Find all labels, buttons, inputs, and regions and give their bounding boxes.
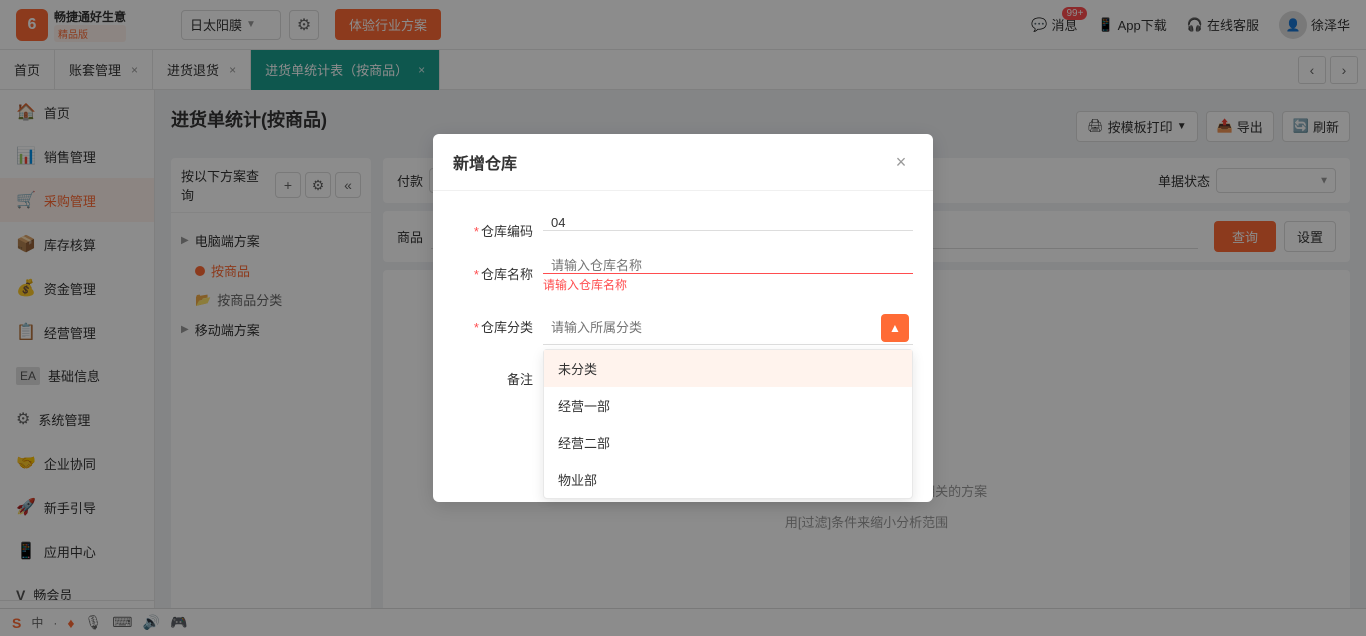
dropdown-item-property[interactable]: 物业部 [544,461,912,498]
category-input[interactable] [543,311,913,345]
modal-body: *仓库编码 *仓库名称 请输入仓库名称 *仓库分类 ▲ [433,191,933,436]
modal-close-button[interactable]: × [889,150,913,174]
category-label: *仓库分类 [453,311,533,336]
modal-title: 新增仓库 [453,150,517,174]
add-warehouse-modal: 新增仓库 × *仓库编码 *仓库名称 请输入仓库名称 *仓库分类 [433,134,933,502]
name-input[interactable] [543,258,913,274]
form-row-name: *仓库名称 请输入仓库名称 [453,258,913,293]
dropdown-item-uncategorized[interactable]: 未分类 [544,350,912,387]
dropdown-item-dept2[interactable]: 经营二部 [544,424,912,461]
name-label: *仓库名称 [453,258,533,283]
notes-label: 备注 [453,363,533,388]
category-dropdown: 未分类 经营一部 经营二部 物业部 [543,349,913,499]
category-input-wrapper: ▲ 未分类 经营一部 经营二部 物业部 [543,311,913,345]
name-error-message: 请输入仓库名称 [543,276,913,293]
code-input-wrapper [543,215,913,231]
name-input-wrapper: 请输入仓库名称 [543,258,913,293]
code-input[interactable] [543,215,913,231]
modal-header: 新增仓库 × [433,134,933,191]
form-row-code: *仓库编码 [453,215,913,240]
dropdown-item-dept1[interactable]: 经营一部 [544,387,912,424]
category-toggle-button[interactable]: ▲ [881,314,909,342]
form-row-category: *仓库分类 ▲ 未分类 经营一部 经营二部 物业部 [453,311,913,345]
code-label: *仓库编码 [453,215,533,240]
